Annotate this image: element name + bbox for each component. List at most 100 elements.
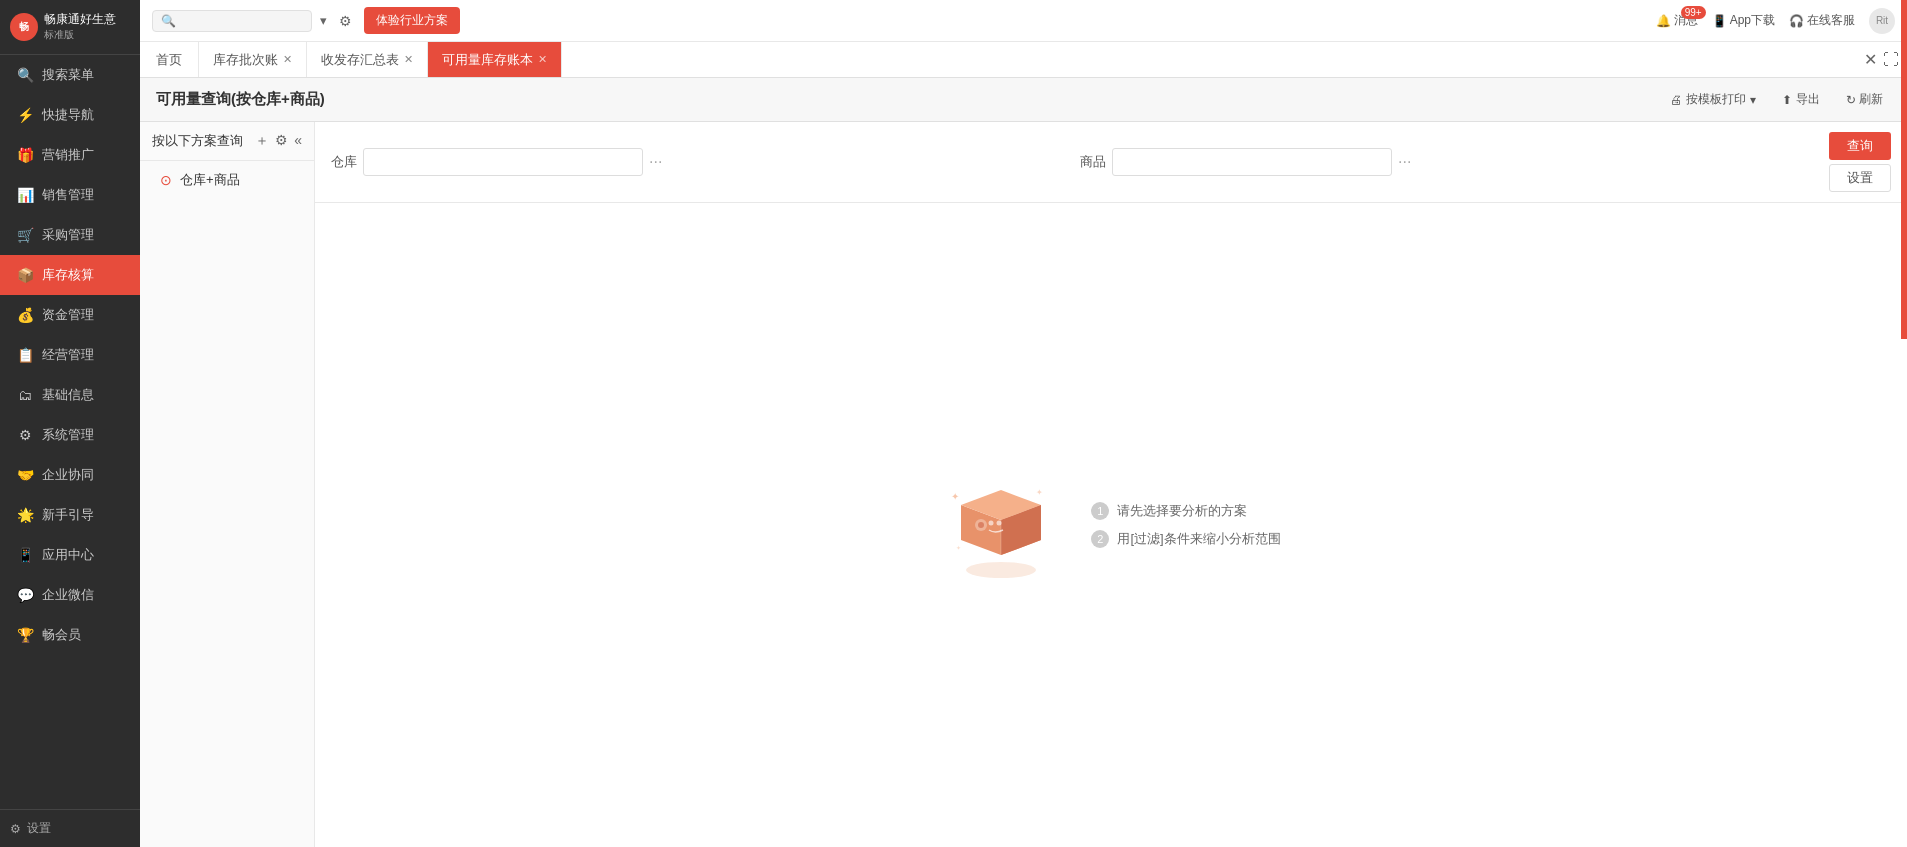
sidebar-item-vip[interactable]: 🏆 畅会员 xyxy=(0,615,140,655)
product-label: 商品 xyxy=(1080,153,1106,171)
page-header: 可用量查询(按仓库+商品) 🖨 按模板打印 ▾ ⬆ 导出 ↻ 刷新 xyxy=(140,78,1907,122)
online-service-button[interactable]: 🎧 在线客服 xyxy=(1789,12,1855,29)
svg-point-8 xyxy=(997,521,1002,526)
empty-state: ✦ ✦ ✦ 1 请先选择要分析的方案 2 用[过滤]条件来缩小分析范围 xyxy=(315,203,1907,847)
query-filters: 仓库 ··· 商品 ··· 查询 设置 xyxy=(315,122,1907,203)
empty-text: 1 请先选择要分析的方案 2 用[过滤]条件来缩小分析范围 xyxy=(1091,502,1280,548)
search-icon: 🔍 xyxy=(16,67,34,83)
filter-panel-header: 按以下方案查询 ＋ ⚙ « xyxy=(140,122,314,161)
sidebar-item-newbie[interactable]: 🌟 新手引导 xyxy=(0,495,140,535)
basic-icon: 🗂 xyxy=(16,387,34,403)
settings-icon: ⚙ xyxy=(10,822,21,836)
print-button[interactable]: 🖨 按模板打印 ▾ xyxy=(1662,87,1764,112)
mobile-icon: 📱 xyxy=(1712,14,1727,28)
sidebar-item-apps[interactable]: 📱 应用中心 xyxy=(0,535,140,575)
export-button[interactable]: ⬆ 导出 xyxy=(1774,87,1828,112)
scheme-item-warehouse-product[interactable]: ⊙ 仓库+商品 xyxy=(140,161,314,199)
sidebar-label-apps: 应用中心 xyxy=(42,546,94,564)
sidebar-item-quick-nav[interactable]: ⚡ 快捷导航 xyxy=(0,95,140,135)
export-icon: ⬆ xyxy=(1782,93,1792,107)
sidebar-label-vip: 畅会员 xyxy=(42,626,81,644)
tabs-actions: ✕ ⛶ xyxy=(1856,42,1907,77)
sidebar-label-basic: 基础信息 xyxy=(42,386,94,404)
svg-point-0 xyxy=(966,562,1036,578)
topbar-right: 🔔 消息 99+ 📱 App下载 🎧 在线客服 Rit xyxy=(1656,8,1895,34)
sidebar-item-finance[interactable]: 💰 资金管理 xyxy=(0,295,140,335)
empty-svg: ✦ ✦ ✦ xyxy=(941,465,1061,585)
sidebar-header: 畅 畅康通好生意 标准版 xyxy=(0,0,140,55)
svg-text:✦: ✦ xyxy=(956,545,961,551)
filter-panel: 按以下方案查询 ＋ ⚙ « ⊙ 仓库+商品 xyxy=(140,122,315,847)
bell-icon: 🔔 xyxy=(1656,14,1671,28)
tab-close-icon[interactable]: ✕ xyxy=(283,53,292,66)
gear-icon[interactable]: ⚙ xyxy=(335,9,356,33)
close-tab-button[interactable]: ✕ xyxy=(1864,50,1877,69)
tab-home[interactable]: 首页 xyxy=(140,42,199,77)
marketing-icon: 🎁 xyxy=(16,147,34,163)
sidebar-label-operations: 经营管理 xyxy=(42,346,94,364)
refresh-button[interactable]: ↻ 刷新 xyxy=(1838,87,1891,112)
sidebar-item-operations[interactable]: 📋 经营管理 xyxy=(0,335,140,375)
empty-illustration: ✦ ✦ ✦ xyxy=(941,465,1061,585)
warehouse-label: 仓库 xyxy=(331,153,357,171)
sidebar-label-system: 系统管理 xyxy=(42,426,94,444)
step-number-2: 2 xyxy=(1091,530,1109,548)
tab-stock-summary[interactable]: 收发存汇总表 ✕ xyxy=(307,42,428,77)
sidebar-item-search[interactable]: 🔍 搜索菜单 xyxy=(0,55,140,95)
expand-tab-button[interactable]: ⛶ xyxy=(1883,51,1899,69)
product-input[interactable] xyxy=(1112,148,1392,176)
enterprise-icon: 🤝 xyxy=(16,467,34,483)
step-number-1: 1 xyxy=(1091,502,1109,520)
sidebar-label-purchase: 采购管理 xyxy=(42,226,94,244)
purchase-icon: 🛒 xyxy=(16,227,34,243)
sidebar: 畅 畅康通好生意 标准版 🔍 搜索菜单 ⚡ 快捷导航 🎁 营销推广 📊 销售管理… xyxy=(0,0,140,847)
svg-text:✦: ✦ xyxy=(951,491,959,502)
scheme-label: 仓库+商品 xyxy=(180,171,240,189)
query-button[interactable]: 查询 xyxy=(1829,132,1891,160)
sidebar-bottom[interactable]: ⚙ 设置 xyxy=(0,809,140,847)
tab-close-icon[interactable]: ✕ xyxy=(404,53,413,66)
industry-solution-button[interactable]: 体验行业方案 xyxy=(364,7,460,34)
warehouse-input[interactable] xyxy=(363,148,643,176)
sidebar-item-basic[interactable]: 🗂 基础信息 xyxy=(0,375,140,415)
empty-step-1: 1 请先选择要分析的方案 xyxy=(1091,502,1280,520)
sidebar-label-marketing: 营销推广 xyxy=(42,146,94,164)
warehouse-more-button[interactable]: ··· xyxy=(649,153,662,171)
topbar-search[interactable]: 🔍 xyxy=(152,10,312,32)
notification-button[interactable]: 🔔 消息 99+ xyxy=(1656,12,1698,29)
empty-step-2-text: 用[过滤]条件来缩小分析范围 xyxy=(1117,530,1280,548)
tab-inventory-batch[interactable]: 库存批次账 ✕ xyxy=(199,42,307,77)
app-download-button[interactable]: 📱 App下载 xyxy=(1712,12,1775,29)
apps-icon: 📱 xyxy=(16,547,34,563)
topbar-dropdown-icon[interactable]: ▾ xyxy=(320,13,327,28)
sidebar-item-purchase[interactable]: 🛒 采购管理 xyxy=(0,215,140,255)
sidebar-bottom-label: 设置 xyxy=(27,820,51,837)
tab-available-inventory[interactable]: 可用量库存账本 ✕ xyxy=(428,42,562,77)
product-filter-group: 商品 ··· xyxy=(1080,148,1817,176)
empty-step-2: 2 用[过滤]条件来缩小分析范围 xyxy=(1091,530,1280,548)
collapse-panel-button[interactable]: « xyxy=(294,132,302,150)
operations-icon: 📋 xyxy=(16,347,34,363)
sidebar-item-system[interactable]: ⚙ 系统管理 xyxy=(0,415,140,455)
sidebar-item-inventory[interactable]: 📦 库存核算 xyxy=(0,255,140,295)
filter-panel-title: 按以下方案查询 xyxy=(152,132,243,150)
sidebar-item-enterprise[interactable]: 🤝 企业协同 xyxy=(0,455,140,495)
sidebar-item-marketing[interactable]: 🎁 营销推广 xyxy=(0,135,140,175)
vip-icon: 🏆 xyxy=(16,627,34,643)
search-icon: 🔍 xyxy=(161,14,176,28)
system-icon: ⚙ xyxy=(16,427,34,443)
settings-scheme-button[interactable]: ⚙ xyxy=(275,132,288,150)
right-scroll-indicator xyxy=(1901,0,1907,847)
sidebar-item-wechat[interactable]: 💬 企业微信 xyxy=(0,575,140,615)
print-icon: 🖨 xyxy=(1670,93,1682,107)
scheme-icon: ⊙ xyxy=(160,172,172,188)
sidebar-label-wechat: 企业微信 xyxy=(42,586,94,604)
sidebar-label-inventory: 库存核算 xyxy=(42,266,94,284)
user-avatar[interactable]: Rit xyxy=(1869,8,1895,34)
product-more-button[interactable]: ··· xyxy=(1398,153,1411,171)
tab-close-icon[interactable]: ✕ xyxy=(538,53,547,66)
add-scheme-button[interactable]: ＋ xyxy=(255,132,269,150)
query-settings-button[interactable]: 设置 xyxy=(1829,164,1891,192)
sidebar-item-sales[interactable]: 📊 销售管理 xyxy=(0,175,140,215)
sidebar-label-quick-nav: 快捷导航 xyxy=(42,106,94,124)
